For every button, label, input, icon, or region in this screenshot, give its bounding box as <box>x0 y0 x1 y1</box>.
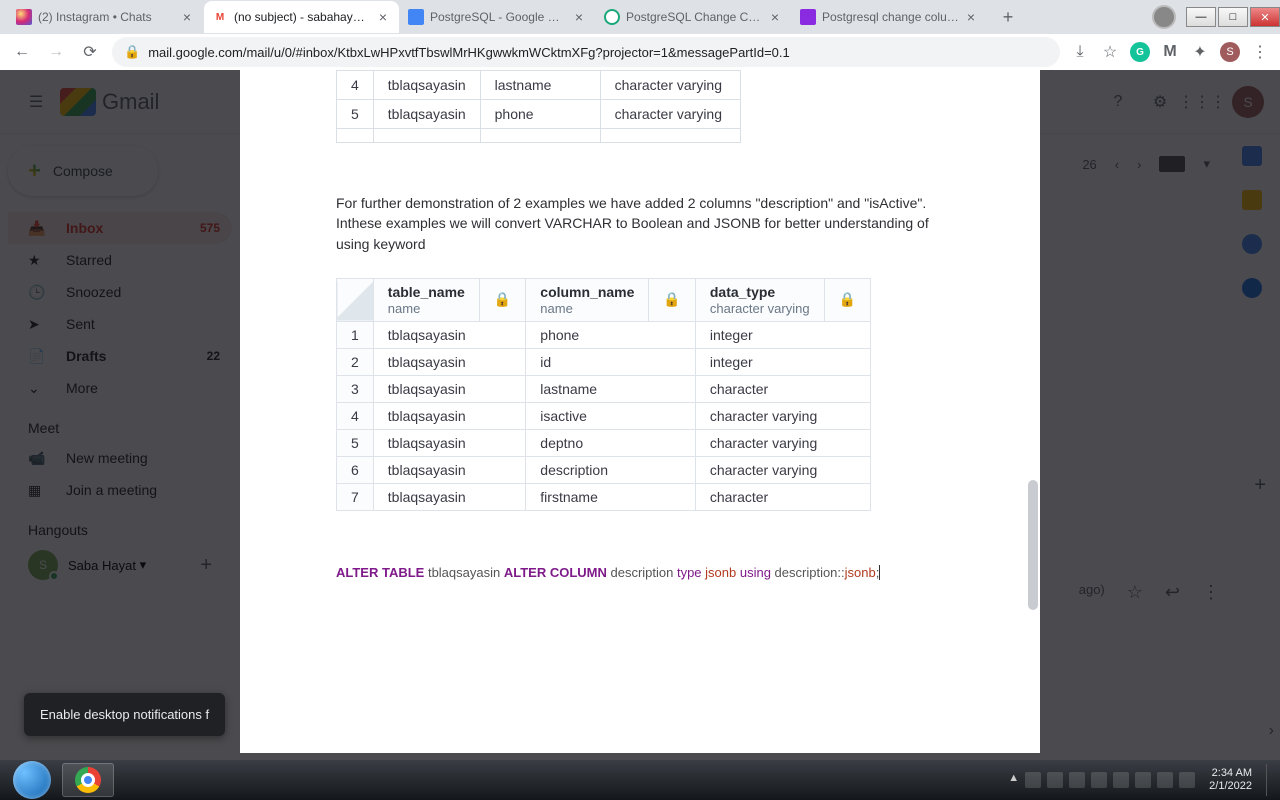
tab-pgchange[interactable]: PostgreSQL Change Colum× <box>596 1 791 33</box>
url-input[interactable]: 🔒 mail.google.com/mail/u/0/#inbox/KtbxLw… <box>112 37 1060 67</box>
tray-icon[interactable] <box>1069 772 1085 788</box>
tray-battery-icon[interactable] <box>1179 772 1195 788</box>
close-icon[interactable]: × <box>571 9 587 25</box>
new-tab-button[interactable]: + <box>994 3 1022 31</box>
chrome-menu-icon[interactable]: ⋮ <box>1250 42 1270 62</box>
table-row: 6tblaqsayasindescriptioncharacter varyin… <box>337 456 871 483</box>
favicon-gdocs <box>408 9 424 25</box>
favicon-instagram <box>16 9 32 25</box>
taskbar-chrome[interactable] <box>62 763 114 797</box>
paragraph-text: For further demonstration of 2 examples … <box>336 193 944 254</box>
grid-corner <box>337 278 374 321</box>
extension-m-icon[interactable]: M <box>1160 42 1180 62</box>
sql-statement: ALTER TABLE tblaqsayasin ALTER COLUMN de… <box>336 565 944 581</box>
table-row: 5tblaqsayasinphonecharacter varying <box>337 100 741 129</box>
lock-icon: 🔒 <box>824 278 870 321</box>
col-header-column-name: column_namename <box>526 278 649 321</box>
tray-volume-icon[interactable] <box>1157 772 1173 788</box>
close-icon[interactable]: × <box>375 9 391 25</box>
tray-icon[interactable] <box>1113 772 1129 788</box>
favicon-commandprompt <box>604 9 620 25</box>
scrollbar-thumb[interactable] <box>1028 480 1038 610</box>
lock-icon: 🔒 <box>649 278 695 321</box>
window-minimize[interactable]: — <box>1186 7 1216 27</box>
tab-linuxhint[interactable]: Postgresql change column× <box>792 1 987 33</box>
attachment-preview: 4tblaqsayasinlastnamecharacter varying 5… <box>240 70 1040 753</box>
forward-button[interactable]: → <box>44 40 68 64</box>
lock-icon: 🔒 <box>479 278 525 321</box>
tray-icon[interactable] <box>1025 772 1041 788</box>
close-icon[interactable]: × <box>767 9 783 25</box>
start-button[interactable] <box>6 763 58 797</box>
table-row: 4tblaqsayasinlastnamecharacter varying <box>337 71 741 100</box>
tab-instagram[interactable]: (2) Instagram • Chats× <box>8 1 203 33</box>
browser-tab-bar: (2) Instagram • Chats× (no subject) - sa… <box>0 0 1280 34</box>
tab-gmail[interactable]: (no subject) - sabahayatkha× <box>204 1 399 33</box>
table-row: 2tblaqsayasinidinteger <box>337 348 871 375</box>
tray-icon[interactable] <box>1047 772 1063 788</box>
window-close[interactable]: ✕ <box>1250 7 1280 27</box>
col-header-data-type: data_typecharacter varying <box>695 278 824 321</box>
lock-icon: 🔒 <box>124 44 140 60</box>
table-row: 4tblaqsayasinisactivecharacter varying <box>337 402 871 429</box>
close-icon[interactable]: × <box>179 9 195 25</box>
system-tray[interactable]: ▲ <box>1008 772 1195 788</box>
bookmark-star-icon[interactable]: ☆ <box>1100 42 1120 62</box>
back-button[interactable]: ← <box>10 40 34 64</box>
tray-show-hidden-icon[interactable]: ▲ <box>1008 772 1019 788</box>
table-row: 1tblaqsayasinphoneinteger <box>337 321 871 348</box>
tab-gdocs[interactable]: PostgreSQL - Google Docs× <box>400 1 595 33</box>
table-row: 7tblaqsayasinfirstnamecharacter <box>337 483 871 510</box>
profile-avatar-small[interactable]: S <box>1220 42 1240 62</box>
window-maximize[interactable]: □ <box>1218 7 1248 27</box>
windows-orb-icon <box>13 761 51 799</box>
show-desktop-button[interactable] <box>1266 764 1274 796</box>
address-bar: ← → ⟳ 🔒 mail.google.com/mail/u/0/#inbox/… <box>0 34 1280 70</box>
favicon-gmail <box>212 9 228 25</box>
table-row <box>337 129 741 143</box>
desktop-notifications-toast[interactable]: Enable desktop notifications f <box>24 693 225 736</box>
reload-button[interactable]: ⟳ <box>78 40 102 64</box>
windows-taskbar: ▲ 2:34 AM 2/1/2022 <box>0 760 1280 800</box>
tray-icon[interactable] <box>1091 772 1107 788</box>
table-row: 5tblaqsayasindeptnocharacter varying <box>337 429 871 456</box>
result-grid: table_namename 🔒 column_namename 🔒 data_… <box>336 278 871 511</box>
col-header-table-name: table_namename <box>373 278 479 321</box>
partial-result-table: 4tblaqsayasinlastnamecharacter varying 5… <box>336 70 741 143</box>
chrome-profile-avatar[interactable] <box>1152 5 1176 29</box>
favicon-linuxhint <box>800 9 816 25</box>
tray-network-icon[interactable] <box>1135 772 1151 788</box>
table-row: 3tblaqsayasinlastnamecharacter <box>337 375 871 402</box>
taskbar-clock[interactable]: 2:34 AM 2/1/2022 <box>1209 767 1252 793</box>
extensions-puzzle-icon[interactable]: ✦ <box>1190 42 1210 62</box>
install-app-icon[interactable]: ⤓ <box>1070 42 1090 62</box>
chrome-icon <box>75 767 101 793</box>
extension-grammarly-icon[interactable]: G <box>1130 42 1150 62</box>
close-icon[interactable]: × <box>963 9 979 25</box>
url-text: mail.google.com/mail/u/0/#inbox/KtbxLwHP… <box>148 45 790 60</box>
